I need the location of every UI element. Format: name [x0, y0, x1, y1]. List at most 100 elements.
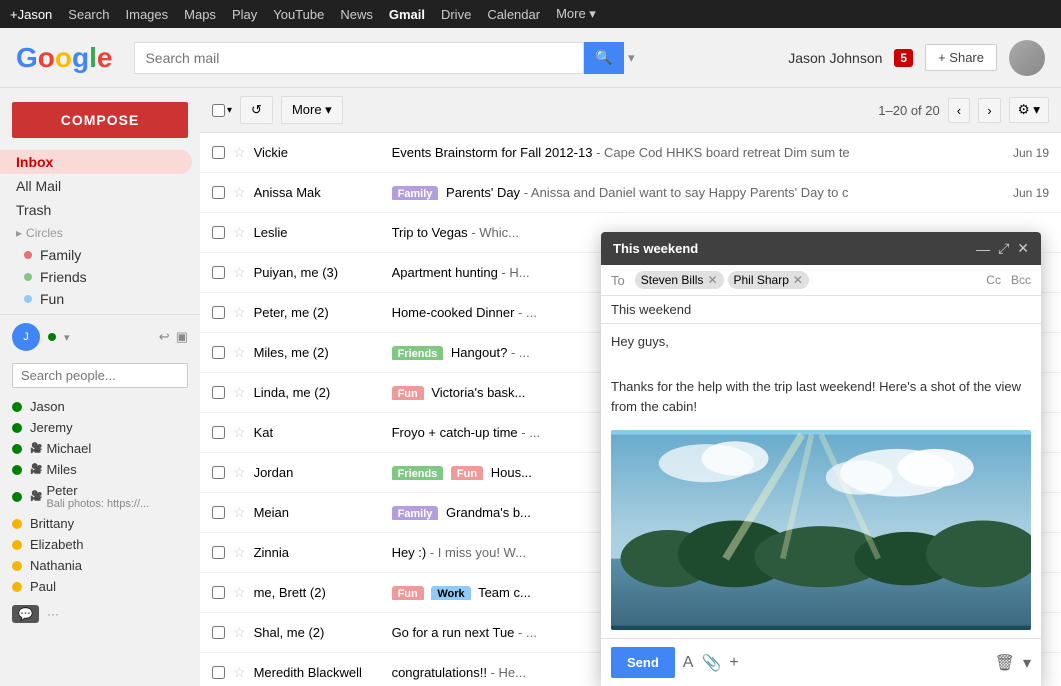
star-icon[interactable]: ☆: [233, 144, 246, 161]
send-button[interactable]: Send: [611, 647, 675, 678]
contact-nathania[interactable]: Nathania: [0, 555, 200, 576]
email-checkbox[interactable]: [212, 266, 225, 279]
font-icon[interactable]: A: [683, 654, 694, 672]
sidebar-item-inbox[interactable]: Inbox: [0, 150, 192, 174]
sidebar-item-inbox-label: Inbox: [16, 154, 53, 170]
more-options-icon[interactable]: ▾: [1023, 653, 1031, 673]
video-icon[interactable]: ▣: [176, 329, 188, 345]
email-checkbox[interactable]: [212, 586, 225, 599]
next-page-button[interactable]: ›: [978, 98, 1000, 123]
select-all-checkbox[interactable]: [212, 104, 225, 117]
user-status-dropdown[interactable]: ▾: [64, 331, 70, 344]
news-link[interactable]: News: [340, 7, 373, 22]
attach-icon[interactable]: 📎: [701, 653, 721, 673]
star-icon[interactable]: ☆: [233, 424, 246, 441]
circles-expand-icon[interactable]: ▸: [16, 226, 22, 240]
email-checkbox[interactable]: [212, 346, 225, 359]
star-icon[interactable]: ☆: [233, 224, 246, 241]
phone-icon[interactable]: ↩: [159, 329, 170, 345]
search-link[interactable]: Search: [68, 7, 109, 22]
contact-jeremy[interactable]: Jeremy: [0, 417, 200, 438]
search-input[interactable]: [134, 42, 583, 74]
star-icon[interactable]: ☆: [233, 304, 246, 321]
email-checkbox[interactable]: [212, 306, 225, 319]
contact-miles[interactable]: 🎥 Miles: [0, 459, 200, 480]
star-icon[interactable]: ☆: [233, 344, 246, 361]
bcc-label[interactable]: Bcc: [1011, 273, 1031, 287]
contact-paul[interactable]: Paul: [0, 576, 200, 597]
email-checkbox[interactable]: [212, 546, 225, 559]
compose-close-button[interactable]: ✕: [1017, 240, 1029, 257]
sidebar-item-friends[interactable]: Friends: [0, 266, 200, 288]
gmail-link[interactable]: Gmail: [389, 7, 425, 22]
email-checkbox[interactable]: [212, 666, 225, 679]
select-all-dropdown[interactable]: ▾: [227, 105, 232, 116]
search-dropdown[interactable]: ▾: [628, 50, 635, 66]
compose-header[interactable]: This weekend — ⤢ ✕: [601, 232, 1041, 265]
cc-label[interactable]: Cc: [986, 273, 1001, 287]
calendar-link[interactable]: Calendar: [487, 7, 540, 22]
insert-icon[interactable]: +: [729, 654, 738, 672]
email-row[interactable]: ☆ Vickie Events Brainstorm for Fall 2012…: [200, 133, 1061, 173]
refresh-button[interactable]: ↺: [240, 96, 273, 124]
user-avatar-small: J: [12, 323, 40, 351]
to-input[interactable]: [813, 273, 982, 288]
contact-elizabeth[interactable]: Elizabeth: [0, 534, 200, 555]
chat-icon[interactable]: 💬: [12, 605, 39, 623]
play-link[interactable]: Play: [232, 7, 257, 22]
maps-link[interactable]: Maps: [184, 7, 216, 22]
sidebar-item-allmail[interactable]: All Mail: [0, 174, 192, 198]
sidebar-item-family[interactable]: Family: [0, 244, 200, 266]
recipient-phil-sharp[interactable]: Phil Sharp ✕: [728, 271, 809, 289]
email-checkbox[interactable]: [212, 466, 225, 479]
contact-jason[interactable]: Jason: [0, 396, 200, 417]
contact-peter[interactable]: 🎥 Peter Bali photos: https://...: [0, 480, 200, 513]
star-icon[interactable]: ☆: [233, 504, 246, 521]
delete-draft-icon[interactable]: 🗑: [995, 653, 1015, 673]
more-toolbar-button[interactable]: More ▾: [281, 96, 343, 124]
email-checkbox[interactable]: [212, 146, 225, 159]
contact-michael[interactable]: 🎥 Michael: [0, 438, 200, 459]
compose-body[interactable]: Hey guys, Thanks for the help with the t…: [601, 324, 1041, 430]
email-checkbox[interactable]: [212, 386, 225, 399]
plus-jason-link[interactable]: +Jason: [10, 7, 52, 22]
star-icon[interactable]: ☆: [233, 664, 246, 681]
people-search-input[interactable]: [12, 363, 188, 388]
notification-badge[interactable]: 5: [894, 49, 913, 67]
email-checkbox[interactable]: [212, 506, 225, 519]
avatar[interactable]: [1009, 40, 1045, 76]
share-button[interactable]: + Share: [925, 44, 997, 71]
sidebar-item-trash[interactable]: Trash: [0, 198, 192, 222]
images-link[interactable]: Images: [126, 7, 169, 22]
email-row[interactable]: ☆ Anissa Mak Family Parents' Day - Aniss…: [200, 173, 1061, 213]
email-sender: Leslie: [254, 225, 384, 240]
more-link[interactable]: More ▾: [556, 6, 596, 22]
prev-page-button[interactable]: ‹: [948, 98, 970, 123]
recipient-steven-bills[interactable]: Steven Bills ✕: [635, 271, 724, 289]
settings-button[interactable]: ⚙ ▾: [1009, 97, 1049, 123]
remove-recipient-icon[interactable]: ✕: [707, 273, 717, 287]
star-icon[interactable]: ☆: [233, 184, 246, 201]
sidebar-item-fun[interactable]: Fun: [0, 288, 200, 310]
body-text: Thanks for the help with the trip last w…: [611, 377, 1031, 416]
email-checkbox[interactable]: [212, 426, 225, 439]
more-options-icon[interactable]: ···: [47, 607, 59, 621]
compose-button[interactable]: COMPOSE: [12, 102, 188, 138]
star-icon[interactable]: ☆: [233, 544, 246, 561]
star-icon[interactable]: ☆: [233, 464, 246, 481]
star-icon[interactable]: ☆: [233, 264, 246, 281]
email-checkbox[interactable]: [212, 226, 225, 239]
star-icon[interactable]: ☆: [233, 584, 246, 601]
compose-expand-button[interactable]: ⤢: [998, 240, 1009, 257]
cabin-photo: [611, 430, 1031, 630]
star-icon[interactable]: ☆: [233, 624, 246, 641]
drive-link[interactable]: Drive: [441, 7, 471, 22]
search-button[interactable]: 🔍: [584, 42, 624, 74]
star-icon[interactable]: ☆: [233, 384, 246, 401]
email-checkbox[interactable]: [212, 626, 225, 639]
email-checkbox[interactable]: [212, 186, 225, 199]
compose-minimize-button[interactable]: —: [976, 241, 990, 257]
contact-brittany[interactable]: Brittany: [0, 513, 200, 534]
remove-recipient-icon[interactable]: ✕: [793, 273, 803, 287]
youtube-link[interactable]: YouTube: [273, 7, 324, 22]
